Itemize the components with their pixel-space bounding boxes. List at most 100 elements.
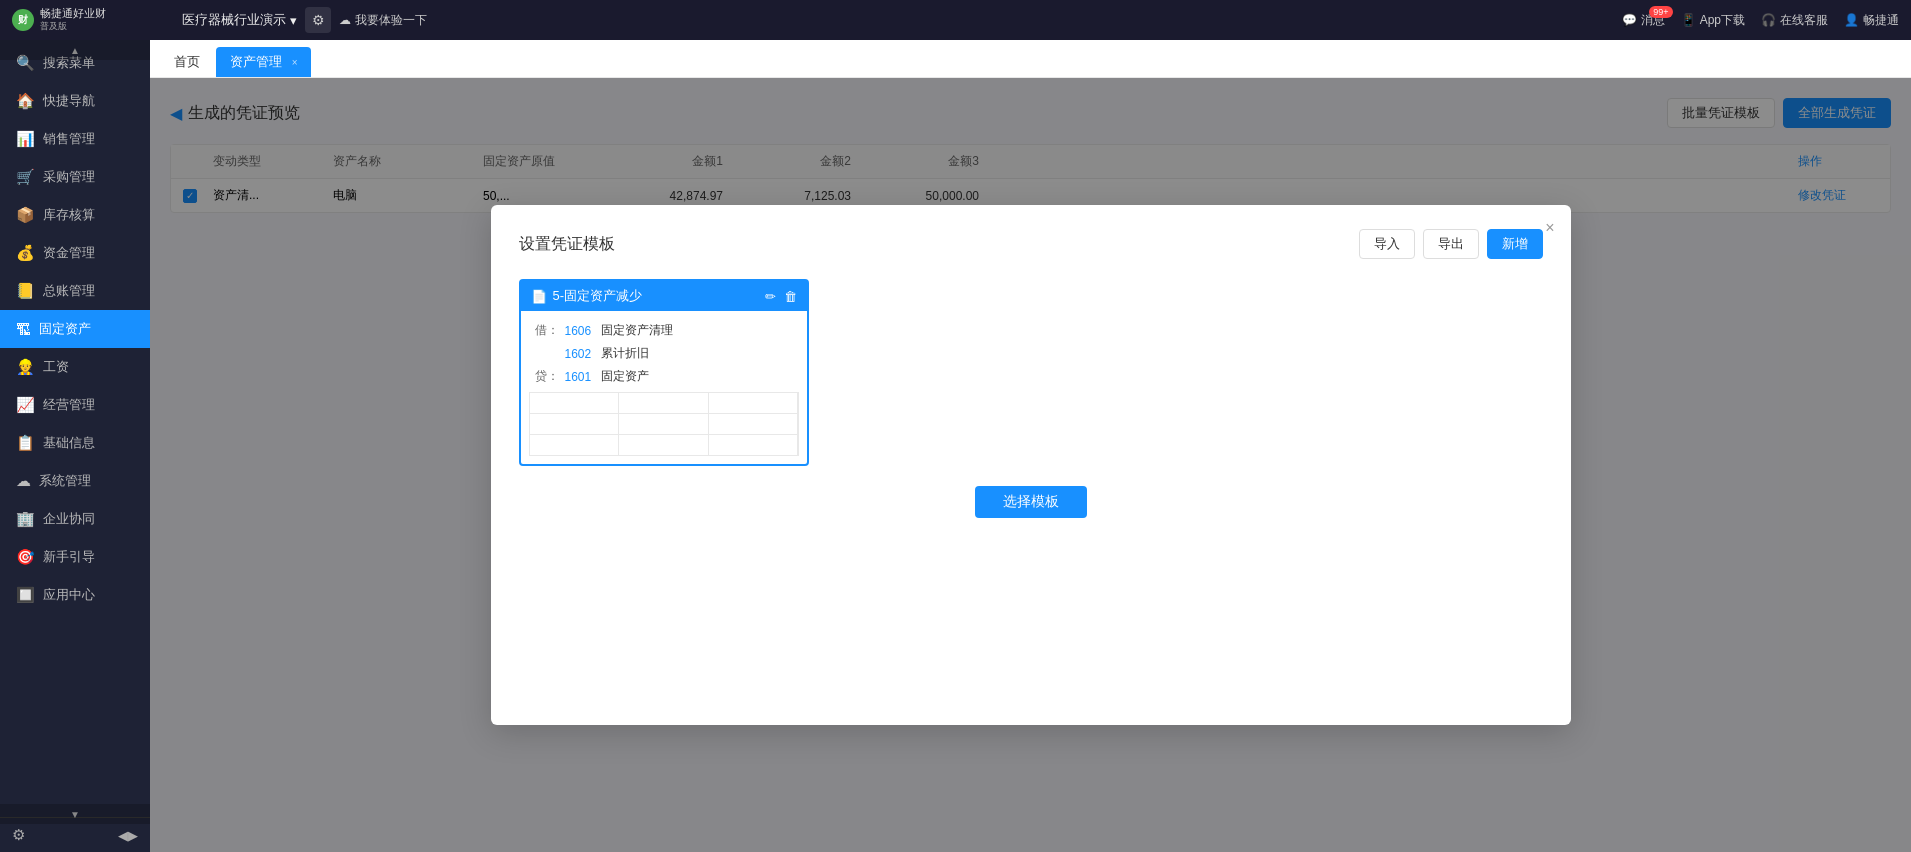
template-edit-icon[interactable]: ✏ [765,289,776,304]
sidebar-label-operations: 经营管理 [43,396,95,414]
service-icon: 🎧 [1761,13,1776,27]
sidebar-settings-icon[interactable]: ⚙ [12,826,25,844]
modal-header-actions: 导入 导出 新增 [1359,229,1543,259]
entry-direction-3: 贷： [535,368,565,385]
export-btn[interactable]: 导出 [1423,229,1479,259]
online-service-btn[interactable]: 🎧 在线客服 [1761,12,1828,29]
company-selector[interactable]: 医疗器械行业演示 ▾ [182,11,297,29]
sidebar-item-newcomer[interactable]: 🎯 新手引导 [0,538,150,576]
newcomer-icon: 🎯 [16,548,35,566]
select-template-btn[interactable]: 选择模板 [975,486,1087,518]
template-card: 📄 5-固定资产减少 ✏ 🗑 借： [519,279,809,466]
experience-btn[interactable]: ☁ 我要体验一下 [339,12,427,29]
sidebar-item-sales[interactable]: 📊 销售管理 [0,120,150,158]
grid-cell-2 [619,393,708,413]
template-header-label: 5-固定资产减少 [553,287,643,305]
new-template-btn[interactable]: 新增 [1487,229,1543,259]
sidebar-item-enterprise[interactable]: 🏢 企业协同 [0,500,150,538]
sidebar: ▲ 🔍 搜索菜单 🏠 快捷导航 📊 销售管理 🛒 采购管理 📦 库存核算 [0,40,150,852]
app-name: 畅捷通好业财 [40,7,106,20]
cloud-icon: ☁ [16,472,31,490]
tab-home[interactable]: 首页 [160,47,214,77]
sidebar-item-purchase[interactable]: 🛒 采购管理 [0,158,150,196]
message-icon: 💬 [1622,13,1637,27]
tab-home-label: 首页 [174,54,200,69]
sidebar-item-sys-mgmt[interactable]: ☁ 系统管理 [0,462,150,500]
user-icon: 👤 [1844,13,1859,27]
grid-cell-4 [530,414,619,434]
grid-cell-9 [709,435,798,455]
experience-label: 我要体验一下 [355,12,427,29]
sidebar-label-newcomer: 新手引导 [43,548,95,566]
header-right: 💬 消息 99+ 📱 App下载 🎧 在线客服 👤 畅捷通 [1622,12,1899,29]
dropdown-icon: ▾ [290,13,297,28]
home-icon: 🏠 [16,92,35,110]
entry-name-1: 固定资产清理 [601,322,673,339]
entry-code-2: 1602 [565,347,601,361]
template-entry-1: 借： 1606 固定资产清理 [529,319,799,342]
sidebar-label-app-center: 应用中心 [43,586,95,604]
template-header-icons: ✏ 🗑 [765,289,797,304]
template-header-left: 📄 5-固定资产减少 [531,287,643,305]
sidebar-item-operations[interactable]: 📈 经营管理 [0,386,150,424]
app-download-label: App下载 [1700,12,1745,29]
template-card-body: 借： 1606 固定资产清理 1602 累计折旧 [521,311,807,464]
sidebar-label-sales: 销售管理 [43,130,95,148]
message-btn[interactable]: 💬 消息 99+ [1622,12,1665,29]
modal-close-btn[interactable]: × [1545,219,1554,237]
sidebar-label-basic-info: 基础信息 [43,434,95,452]
sidebar-item-app-center[interactable]: 🔲 应用中心 [0,576,150,614]
tab-bar: 首页 资产管理 × × ⤢ [150,40,1911,78]
service-label: 在线客服 [1780,12,1828,29]
sidebar-item-inventory[interactable]: 📦 库存核算 [0,196,150,234]
payroll-icon: 👷 [16,358,35,376]
entry-code-3: 1601 [565,370,601,384]
sidebar-item-basic-info[interactable]: 📋 基础信息 [0,424,150,462]
sales-icon: 📊 [16,130,35,148]
sidebar-item-quicknav[interactable]: 🏠 快捷导航 [0,82,150,120]
sidebar-label-quicknav: 快捷导航 [43,92,95,110]
import-btn[interactable]: 导入 [1359,229,1415,259]
sidebar-label-fixed-assets: 固定资产 [39,320,91,338]
finance-icon: 💰 [16,244,35,262]
modal-header: 设置凭证模板 导入 导出 新增 [519,229,1543,259]
template-entry-3: 贷： 1601 固定资产 [529,365,799,388]
entry-name-3: 固定资产 [601,368,649,385]
sidebar-label-payroll: 工资 [43,358,69,376]
tab-asset-mgmt[interactable]: 资产管理 × [216,47,311,77]
modal-dialog: × 设置凭证模板 导入 导出 新增 [491,205,1571,725]
sidebar-nav: 🔍 搜索菜单 🏠 快捷导航 📊 销售管理 🛒 采购管理 📦 库存核算 💰 [0,40,150,817]
modal-title: 设置凭证模板 [519,234,615,255]
user-menu[interactable]: 👤 畅捷通 [1844,12,1899,29]
template-card-header: 📄 5-固定资产减少 ✏ 🗑 [521,281,807,311]
app-center-icon: 🔲 [16,586,35,604]
purchase-icon: 🛒 [16,168,35,186]
grid-cell-5 [619,414,708,434]
settings-icon-btn[interactable]: ⚙ [305,7,331,33]
sidebar-label-purchase: 采购管理 [43,168,95,186]
download-icon: 📱 [1681,13,1696,27]
sidebar-scroll-up[interactable]: ▲ [0,40,150,60]
sidebar-item-payroll[interactable]: 👷 工资 [0,348,150,386]
app-download-btn[interactable]: 📱 App下载 [1681,12,1745,29]
sidebar-label-inventory: 库存核算 [43,206,95,224]
grid-cell-7 [530,435,619,455]
entry-name-2: 累计折旧 [601,345,649,362]
grid-cell-1 [530,393,619,413]
basic-info-icon: 📋 [16,434,35,452]
fixed-assets-icon: 🏗 [16,321,31,338]
inventory-icon: 📦 [16,206,35,224]
entry-direction-1: 借： [535,322,565,339]
sidebar-item-finance[interactable]: 💰 资金管理 [0,234,150,272]
tab-asset-label: 资产管理 [230,54,282,69]
sidebar-item-ledger[interactable]: 📒 总账管理 [0,272,150,310]
sidebar-scroll-down[interactable]: ▼ [0,804,150,824]
sidebar-label-enterprise: 企业协同 [43,510,95,528]
message-badge: 99+ [1649,6,1672,18]
tab-close-icon[interactable]: × [292,57,298,68]
ledger-icon: 📒 [16,282,35,300]
logo-icon: 财 [12,9,34,31]
template-delete-icon[interactable]: 🗑 [784,289,797,304]
sidebar-item-fixed-assets[interactable]: 🏗 固定资产 [0,310,150,348]
sidebar-collapse-icon[interactable]: ◀▶ [118,828,138,843]
